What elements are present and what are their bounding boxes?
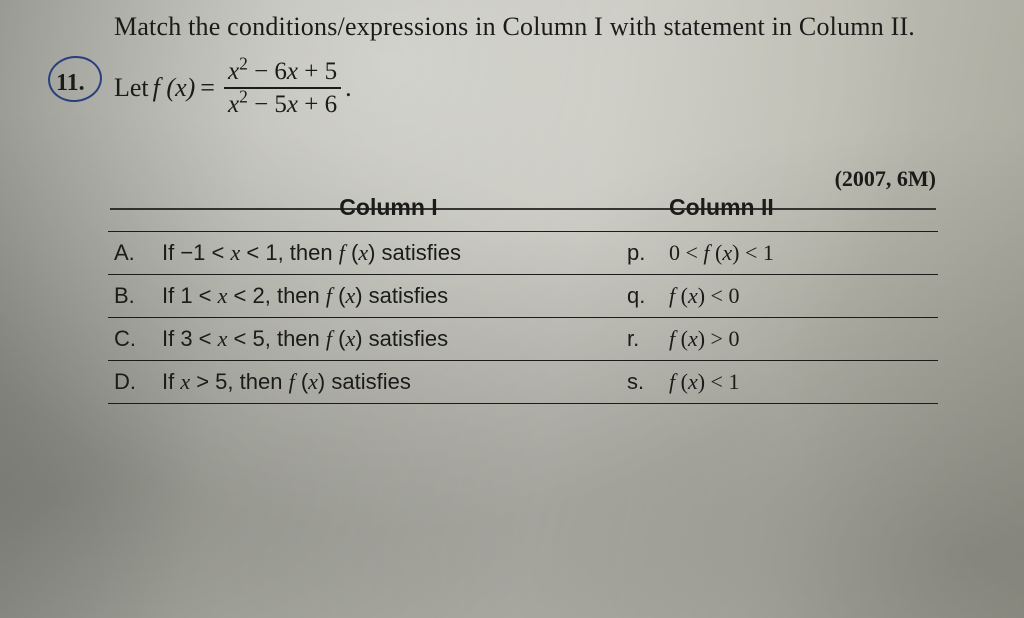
column-i-cell: If 3 < x < 5, then f (x) satisfies	[156, 318, 621, 361]
fraction-numerator: x2 − 6x + 5	[224, 56, 341, 89]
row-label-left: B.	[108, 275, 156, 318]
column-ii-cell: 0 < f (x) < 1	[663, 232, 938, 275]
question-text: Let f (x) = x2 − 6x + 5 x2 − 5x + 6 .	[114, 56, 352, 121]
table-body: A.If −1 < x < 1, then f (x) satisfiesp.0…	[108, 232, 938, 404]
year-marks: (2007, 6M)	[835, 166, 936, 192]
column-i-cell: If x > 5, then f (x) satisfies	[156, 361, 621, 404]
row-label-right: p.	[621, 232, 663, 275]
row-label-left: A.	[108, 232, 156, 275]
table-row: A.If −1 < x < 1, then f (x) satisfiesp.0…	[108, 232, 938, 275]
row-label-left: D.	[108, 361, 156, 404]
equals-sign: =	[197, 74, 218, 103]
sentence-period: .	[345, 74, 352, 103]
let-prefix: Let	[114, 74, 149, 103]
func-lhs: f (x)	[153, 74, 196, 103]
row-label-left: C.	[108, 318, 156, 361]
table-row: B.If 1 < x < 2, then f (x) satisfiesq.f …	[108, 275, 938, 318]
question-number: 11.	[56, 56, 114, 97]
table-row: D.If x > 5, then f (x) satisfiess.f (x) …	[108, 361, 938, 404]
column-ii-cell: f (x) < 0	[663, 275, 938, 318]
fraction: x2 − 6x + 5 x2 − 5x + 6	[224, 56, 341, 121]
column-ii-cell: f (x) > 0	[663, 318, 938, 361]
column-ii-cell: f (x) < 1	[663, 361, 938, 404]
table-row: C.If 3 < x < 5, then f (x) satisfiesr.f …	[108, 318, 938, 361]
row-label-right: s.	[621, 361, 663, 404]
page: Match the conditions/expressions in Colu…	[0, 0, 1024, 404]
question-row: 11. Let f (x) = x2 − 6x + 5 x2 − 5x + 6 …	[56, 56, 968, 121]
row-label-right: r.	[621, 318, 663, 361]
question-number-text: 11.	[56, 70, 85, 96]
fraction-denominator: x2 − 5x + 6	[224, 89, 341, 120]
match-table: Column I Column II A.If −1 < x < 1, then…	[108, 186, 938, 404]
column-i-cell: If −1 < x < 1, then f (x) satisfies	[156, 232, 621, 275]
row-label-right: q.	[621, 275, 663, 318]
instruction-text: Match the conditions/expressions in Colu…	[114, 8, 934, 46]
header-rule	[110, 208, 936, 210]
column-i-cell: If 1 < x < 2, then f (x) satisfies	[156, 275, 621, 318]
